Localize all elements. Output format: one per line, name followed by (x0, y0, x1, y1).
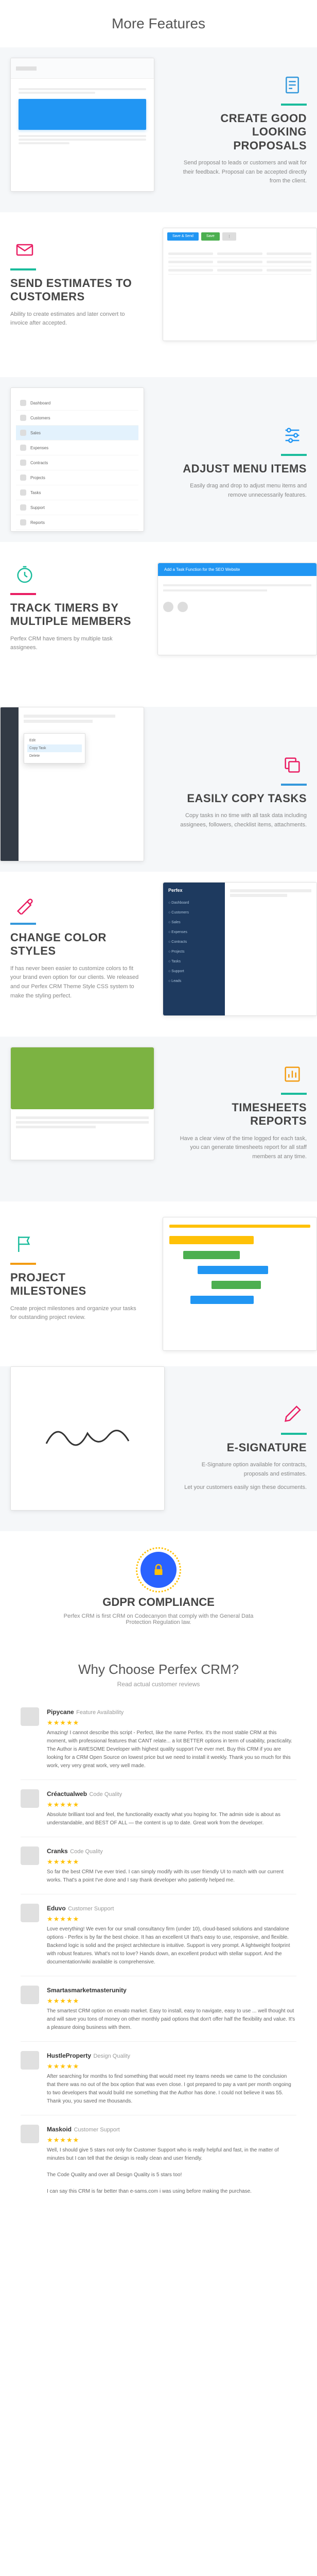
reviewer-name: Eduvo (47, 1905, 66, 1912)
review-stars: ★★★★★ (47, 2062, 296, 2071)
feature-timers: Add a Task Function for the SEO Website … (0, 542, 317, 707)
feature-title: CHANGE COLOR STYLES (10, 931, 139, 958)
sliders-icon (278, 421, 307, 450)
signature-screenshot (10, 1366, 165, 1511)
reviewer-name: Cranks (47, 1848, 68, 1855)
review-stars: ★★★★★ (47, 1719, 296, 1727)
gdpr-section: GDPR COMPLIANCE Perfex CRM is first CRM … (0, 1531, 317, 1646)
review-item: Eduvo Customer Support ★★★★★ Love everyt… (21, 1894, 296, 1976)
feature-text: Perfex CRM have timers by multiple task … (10, 635, 139, 653)
feature-title: TRACK TIMERS BY MULTIPLE MEMBERS (10, 601, 139, 629)
gdpr-title: GDPR COMPLIANCE (15, 1596, 302, 1609)
reviewer-name: Smartasmarketmasterunity (47, 1987, 127, 1994)
review-category: Code Quality (89, 1791, 122, 1798)
reviews-list: Pipycane Feature Availability ★★★★★ Amaz… (0, 1693, 317, 2221)
mail-icon (10, 235, 39, 264)
feature-proposals: CREATE GOOD LOOKING PROPOSALS Send propo… (0, 47, 317, 212)
reviewer-name: Pipycane (47, 1708, 74, 1716)
review-item: Cranks Code Quality ★★★★★ So far the bes… (21, 1837, 296, 1894)
review-text: Well, I should give 5 stars not only for… (47, 2146, 296, 2196)
clock-icon (10, 560, 39, 589)
signature-drawing (41, 1418, 134, 1459)
reviewer-name: Maskoid (47, 2126, 72, 2133)
color-screenshot: Perfex ○ Dashboard ○ Customers ○ Sales ○… (163, 882, 317, 1016)
feature-text: Create project milestones and organize y… (10, 1304, 139, 1323)
copy-icon (278, 751, 307, 779)
review-stars: ★★★★★ (47, 2136, 296, 2144)
reviewer-name: Créactualweb (47, 1790, 87, 1798)
avatar (21, 1986, 39, 2004)
feature-estimates: Save & SendSave⋮ SEND ESTIMATES TO CUSTO… (0, 212, 317, 377)
feature-timesheets: TIMESHEETS REPORTS Have a clear view of … (0, 1037, 317, 1201)
feature-text-2: Let your customers easily sign these doc… (178, 1483, 307, 1493)
review-text: Amazing! I cannot describe this script -… (47, 1729, 296, 1770)
avatar (21, 1707, 39, 1726)
review-item: Pipycane Feature Availability ★★★★★ Amaz… (21, 1698, 296, 1780)
avatar (21, 1846, 39, 1865)
why-subtitle: Read actual customer reviews (10, 1681, 307, 1688)
feature-title: E-SIGNATURE (178, 1441, 307, 1454)
document-icon (278, 71, 307, 99)
review-text: So far the best CRM I've ever tried. I c… (47, 1868, 296, 1885)
pen-icon (278, 1400, 307, 1429)
task-screenshot: Edit Copy Task Delete (0, 707, 144, 861)
review-category: Feature Availability (76, 1709, 124, 1716)
feature-text: Ability to create estimates and later co… (10, 310, 139, 328)
feature-text: Easily drag and drop to adjust menu item… (178, 482, 307, 500)
feature-text: Copy tasks in no time with all task data… (178, 811, 307, 829)
review-category: Design Quality (93, 2053, 130, 2059)
review-stars: ★★★★★ (47, 1858, 296, 1866)
avatar (21, 2125, 39, 2143)
flag-icon (10, 1230, 39, 1259)
feature-milestones: PROJECT MILESTONES Create project milest… (0, 1201, 317, 1366)
review-text: After searching for months to find somet… (47, 2073, 296, 2106)
avatar (21, 1789, 39, 1808)
feature-title: ADJUST MENU ITEMS (178, 462, 307, 476)
review-text: The smartest CRM option on envato market… (47, 2007, 296, 2032)
review-stars: ★★★★★ (47, 1801, 296, 1809)
review-item: HustleProperty Design Quality ★★★★★ Afte… (21, 2042, 296, 2115)
feature-esignature: E-SIGNATURE E-Signature option available… (0, 1366, 317, 1531)
review-category: Customer Support (74, 2127, 119, 2133)
review-text: Absolute brilliant tool and feel, the fu… (47, 1811, 296, 1827)
review-item: Créactualweb Code Quality ★★★★★ Absolute… (21, 1780, 296, 1837)
why-header: Why Choose Perfex CRM? Read actual custo… (0, 1646, 317, 1693)
proposal-screenshot (10, 58, 154, 192)
feature-colors: Perfex ○ Dashboard ○ Customers ○ Sales ○… (0, 872, 317, 1037)
why-title: Why Choose Perfex CRM? (10, 1662, 307, 1677)
feature-copy: Edit Copy Task Delete EASILY COPY TASKS … (0, 707, 317, 872)
feature-title: SEND ESTIMATES TO CUSTOMERS (10, 277, 139, 304)
feature-text: Send proposal to leads or customers and … (178, 159, 307, 186)
gdpr-text: Perfex CRM is first CRM on Codecanyon th… (56, 1613, 261, 1625)
menu-screenshot: Dashboard Customers Sales Expenses Contr… (10, 387, 144, 532)
review-category: Customer Support (68, 1906, 114, 1912)
feature-text: If has never been easier to customize co… (10, 964, 139, 1001)
review-item: Maskoid Customer Support ★★★★★ Well, I s… (21, 2115, 296, 2205)
review-stars: ★★★★★ (47, 1915, 296, 1923)
feature-title: CREATE GOOD LOOKING PROPOSALS (178, 112, 307, 152)
feature-text: Have a clear view of the time logged for… (178, 1134, 307, 1162)
lock-icon (151, 1562, 166, 1578)
feature-title: PROJECT MILESTONES (10, 1271, 139, 1298)
feature-title: TIMESHEETS REPORTS (178, 1101, 307, 1128)
avatar (21, 2051, 39, 2070)
review-category: Code Quality (70, 1849, 103, 1855)
feature-menu: Dashboard Customers Sales Expenses Contr… (0, 377, 317, 542)
timer-screenshot: Add a Task Function for the SEO Website (157, 563, 317, 655)
review-stars: ★★★★★ (47, 1997, 296, 2005)
estimate-screenshot: Save & SendSave⋮ (163, 228, 317, 341)
review-text: Love everything! We even for our small c… (47, 1925, 296, 1967)
gdpr-icon (140, 1552, 177, 1588)
feature-title: EASILY COPY TASKS (178, 792, 307, 805)
milestone-screenshot (163, 1217, 317, 1351)
palette-icon (10, 890, 39, 919)
avatar (21, 1904, 39, 1922)
feature-text: E-Signature option available for contrac… (178, 1461, 307, 1479)
timesheet-screenshot (10, 1047, 154, 1160)
reviewer-name: HustleProperty (47, 2052, 91, 2059)
review-item: Smartasmarketmasterunity ★★★★★ The smart… (21, 1976, 296, 2042)
report-icon (278, 1060, 307, 1089)
page-title: More Features (10, 15, 307, 32)
